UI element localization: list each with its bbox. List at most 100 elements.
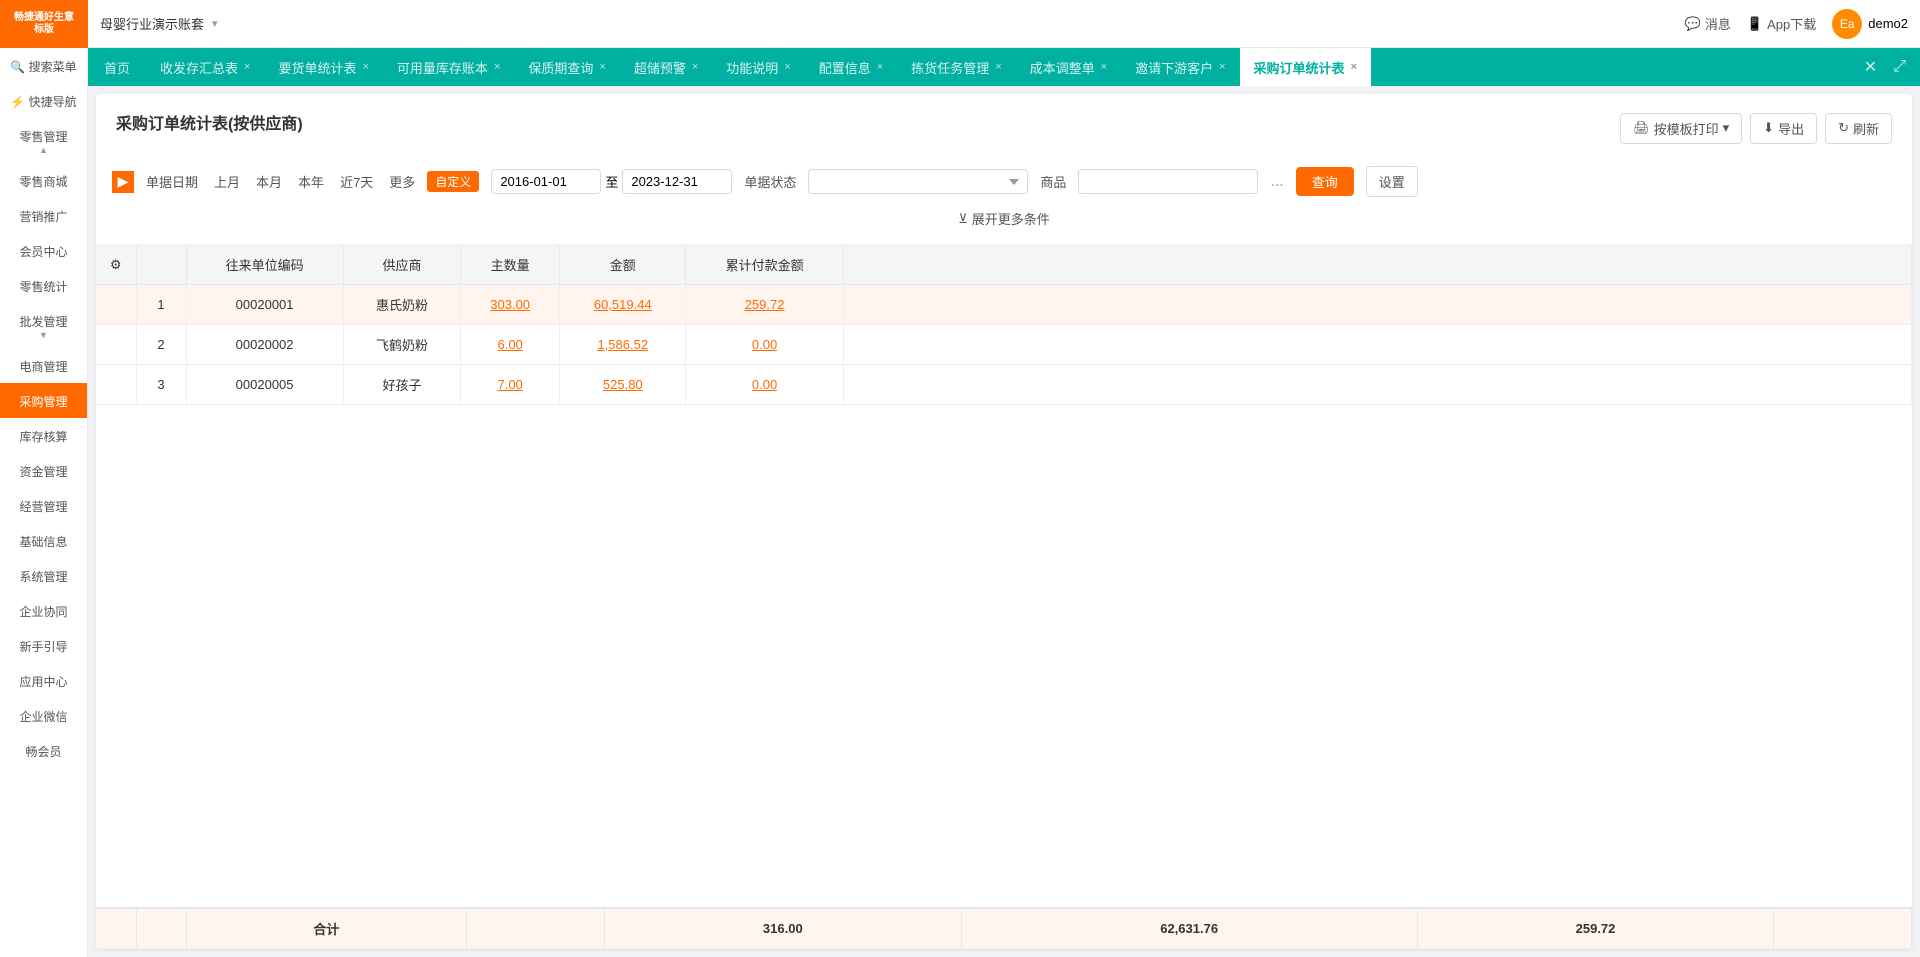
cell-cum-paid-1: 259.72 xyxy=(686,285,843,325)
printer-icon: 🖨 xyxy=(1633,120,1650,136)
tab-func-desc[interactable]: 功能说明 × xyxy=(712,48,804,86)
tab-pick-task[interactable]: 拣货任务管理 × xyxy=(897,48,1015,86)
expand-more-button[interactable]: ⊻ 展开更多条件 xyxy=(958,203,1050,234)
tab-purchase-order-stats-close[interactable]: × xyxy=(1351,61,1357,73)
goods-input[interactable] xyxy=(1078,169,1258,194)
tab-expiry-query[interactable]: 保质期查询 × xyxy=(514,48,619,86)
table-footer: 合计 316.00 62,631.76 259.72 xyxy=(96,907,1912,949)
date-shortcut-this-month[interactable]: 本月 xyxy=(252,170,286,193)
maximize-tab-button[interactable]: ⤢ xyxy=(1887,56,1912,78)
amount-link-3[interactable]: 525.80 xyxy=(603,377,643,392)
tab-receive-send[interactable]: 收发存汇总表 × xyxy=(146,48,264,86)
footer-cell-amount: 62,631.76 xyxy=(961,909,1417,949)
template-print-button[interactable]: 🖨 按模板打印 ▾ xyxy=(1620,113,1742,144)
date-to-input[interactable] xyxy=(622,169,732,194)
sidebar-item-enterprise-collab[interactable]: 企业协同 xyxy=(0,593,87,628)
cum-paid-link-1[interactable]: 259.72 xyxy=(745,297,785,312)
refresh-icon: ↻ xyxy=(1838,120,1849,136)
sidebar-item-basic-info[interactable]: 基础信息 xyxy=(0,523,87,558)
sidebar-item-inventory-check[interactable]: 库存核算 xyxy=(0,418,87,453)
sidebar-item-retail-stats[interactable]: 零售统计 xyxy=(0,268,87,303)
date-custom-tag[interactable]: 自定义 xyxy=(427,171,479,192)
goods-more-button[interactable]: ... xyxy=(1270,173,1283,191)
date-shortcut-more[interactable]: 更多 xyxy=(385,170,419,193)
workspace-dropdown-icon[interactable]: ▾ xyxy=(212,17,218,30)
tab-expiry-query-close[interactable]: × xyxy=(599,61,605,73)
date-shortcut-this-year[interactable]: 本年 xyxy=(294,170,328,193)
cum-paid-link-2[interactable]: 0.00 xyxy=(752,337,777,352)
tab-receive-send-close[interactable]: × xyxy=(244,61,250,73)
sidebar-item-enterprise-wechat[interactable]: 企业微信 xyxy=(0,698,87,733)
tab-cost-adjust-close[interactable]: × xyxy=(1101,61,1107,73)
page-title-actions: 🖨 按模板打印 ▾ ⬇ 导出 ↻ 刷新 xyxy=(1620,113,1892,144)
tab-config-info-close[interactable]: × xyxy=(877,61,883,73)
tab-cost-adjust-label: 成本调整单 xyxy=(1030,58,1095,77)
cell-no-3: 3 xyxy=(136,365,186,405)
tab-func-desc-close[interactable]: × xyxy=(784,61,790,73)
app-download-button[interactable]: 📱 App下载 xyxy=(1747,14,1816,33)
settings-button[interactable]: 设置 xyxy=(1366,166,1418,197)
cum-paid-link-3[interactable]: 0.00 xyxy=(752,377,777,392)
filter-collapse-button[interactable]: ▶ xyxy=(112,171,134,193)
date-from-input[interactable] xyxy=(491,169,601,194)
sidebar-search-label: 搜索菜单 xyxy=(29,60,77,74)
tab-invite-downstream-close[interactable]: × xyxy=(1219,61,1225,73)
sidebar-item-ecommerce-mgmt[interactable]: 电商管理 xyxy=(0,348,87,383)
sidebar-item-member-center[interactable]: 会员中心 xyxy=(0,233,87,268)
sidebar-item-wholesale-mgmt[interactable]: 批发管理 ▼ xyxy=(0,303,87,348)
query-button[interactable]: 查询 xyxy=(1296,167,1354,196)
date-shortcut-last-7[interactable]: 近7天 xyxy=(336,170,377,193)
date-shortcut-last-month[interactable]: 上月 xyxy=(210,170,244,193)
sidebar-item-finance-mgmt[interactable]: 资金管理 xyxy=(0,453,87,488)
footer-cum-paid: 259.72 xyxy=(1576,921,1616,936)
tab-config-info[interactable]: 配置信息 × xyxy=(805,48,897,86)
table-row: 2 00020002 飞鹤奶粉 6.00 1,586.52 0.00 xyxy=(96,325,1912,365)
tab-invite-downstream[interactable]: 邀请下游客户 × xyxy=(1121,48,1239,86)
tab-order-stats-close[interactable]: × xyxy=(362,61,368,73)
settings-gear-icon[interactable]: ⚙ xyxy=(110,257,122,272)
search-icon: 🔍 xyxy=(10,60,25,74)
main-qty-link-2[interactable]: 6.00 xyxy=(497,337,522,352)
tab-available-inv[interactable]: 可用量库存账本 × xyxy=(383,48,514,86)
cell-supplier-1: 惠氏奶粉 xyxy=(343,285,461,325)
sidebar-item-retail-shop[interactable]: 零售商城 xyxy=(0,163,87,198)
main-qty-link-1[interactable]: 303.00 xyxy=(490,297,530,312)
sidebar-item-sys-mgmt[interactable]: 系统管理 xyxy=(0,558,87,593)
tab-overstock-warning-close[interactable]: × xyxy=(692,61,698,73)
tab-cost-adjust[interactable]: 成本调整单 × xyxy=(1016,48,1121,86)
tab-pick-task-close[interactable]: × xyxy=(995,61,1001,73)
tab-purchase-order-stats[interactable]: 采购订单统计表 × xyxy=(1240,48,1371,86)
refresh-button[interactable]: ↻ 刷新 xyxy=(1825,113,1892,144)
template-print-label: 按模板打印 xyxy=(1654,119,1719,138)
export-icon: ⬇ xyxy=(1763,120,1774,136)
amount-link-2[interactable]: 1,586.52 xyxy=(597,337,648,352)
amount-link-1[interactable]: 60,519.44 xyxy=(594,297,652,312)
sidebar-item-marketing[interactable]: 营销推广 xyxy=(0,198,87,233)
close-current-tab-button[interactable]: ✕ xyxy=(1858,55,1883,79)
sidebar-item-retail-mgmt[interactable]: 零售管理 ▲ xyxy=(0,118,87,163)
query-label: 查询 xyxy=(1312,175,1338,190)
message-label: 消息 xyxy=(1705,14,1731,33)
sidebar-item-purchase-mgmt[interactable]: 采购管理 xyxy=(0,383,87,418)
status-select[interactable] xyxy=(808,169,1028,194)
tab-order-stats[interactable]: 要货单统计表 × xyxy=(264,48,382,86)
sidebar-item-new-guide[interactable]: 新手引导 xyxy=(0,628,87,663)
col-cum-paid: 累计付款金额 xyxy=(686,245,843,285)
main-qty-link-3[interactable]: 7.00 xyxy=(497,377,522,392)
sidebar-shortcut[interactable]: ⚡ 快捷导航 xyxy=(0,83,87,118)
tab-available-inv-close[interactable]: × xyxy=(494,61,500,73)
sidebar-search[interactable]: 🔍 搜索菜单 xyxy=(0,48,87,83)
sidebar-item-vip-member[interactable]: 畅会员 xyxy=(0,733,87,768)
tab-overstock-warning[interactable]: 超储预警 × xyxy=(620,48,712,86)
tab-overstock-warning-label: 超储预警 xyxy=(634,58,686,77)
tab-expiry-query-label: 保质期查询 xyxy=(528,58,593,77)
template-print-dropdown-icon[interactable]: ▾ xyxy=(1723,120,1730,136)
user-profile[interactable]: Ea demo2 xyxy=(1832,9,1908,39)
table-container: ⚙ 往来单位编码 供应商 主数量 金额 累计付款金额 xyxy=(96,245,1912,907)
message-button[interactable]: 💬 消息 xyxy=(1685,14,1731,33)
cell-partner-code-2: 00020002 xyxy=(186,325,343,365)
sidebar-item-ops-mgmt[interactable]: 经营管理 xyxy=(0,488,87,523)
export-button[interactable]: ⬇ 导出 xyxy=(1750,113,1817,144)
sidebar-item-app-center[interactable]: 应用中心 xyxy=(0,663,87,698)
tab-home[interactable]: 首页 xyxy=(88,48,146,86)
